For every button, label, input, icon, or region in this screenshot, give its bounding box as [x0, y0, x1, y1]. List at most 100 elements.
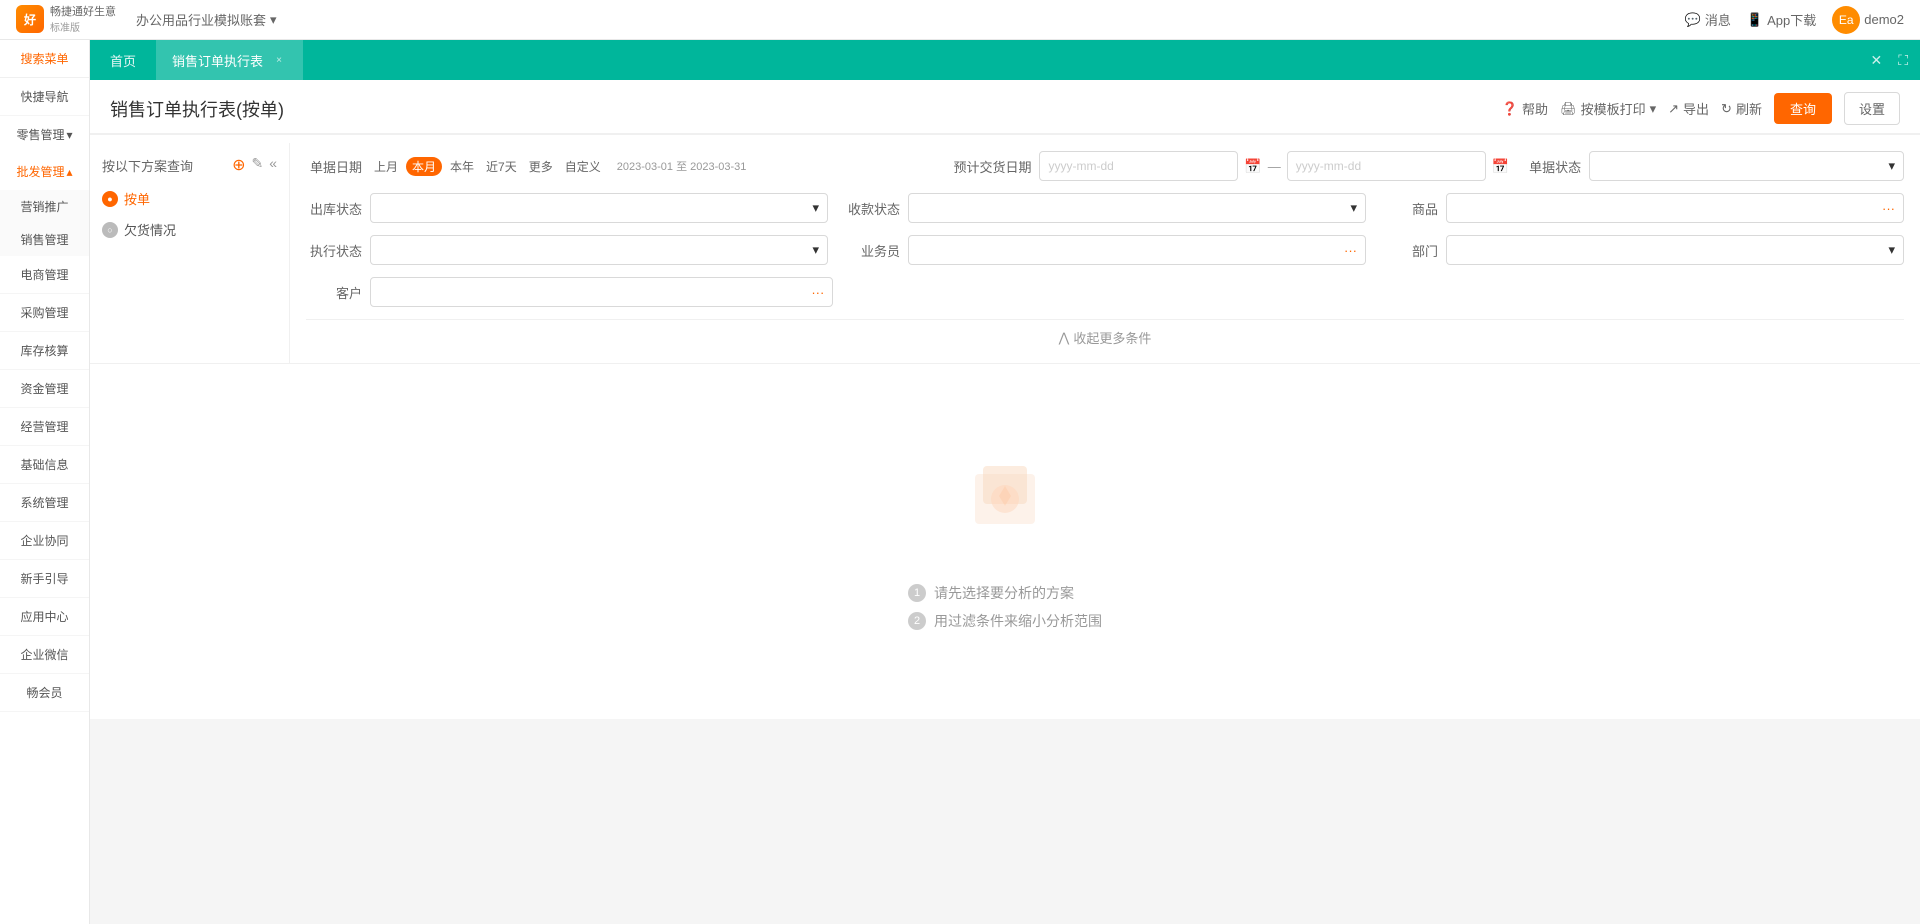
- date-end-placeholder: yyyy-mm-dd: [1296, 159, 1361, 173]
- outbound-select[interactable]: ▾: [370, 193, 828, 223]
- app-download-action[interactable]: 📱 App下载: [1747, 10, 1816, 29]
- execution-select[interactable]: ▾: [370, 235, 828, 265]
- filter-sidebar-title: 按以下方案查询: [102, 156, 193, 175]
- export-button[interactable]: ↗ 导出: [1668, 99, 1709, 118]
- sidebar-item-system[interactable]: 系统管理: [0, 484, 89, 522]
- customer-label: 客户: [306, 283, 362, 302]
- logo-sub: 标准版: [50, 19, 116, 34]
- tab-close-btn[interactable]: ×: [271, 52, 287, 68]
- filter-field-execution: 执行状态 ▾: [306, 235, 828, 265]
- collection-chevron-icon: ▾: [1350, 200, 1357, 216]
- date-separator: —: [1268, 159, 1281, 174]
- empty-icon: [955, 444, 1055, 563]
- execution-chevron-icon: ▾: [812, 242, 819, 258]
- tab-sales-order[interactable]: 销售订单执行表 ×: [156, 40, 303, 80]
- print-button[interactable]: 🖨 按模板打印 ▾: [1560, 99, 1656, 118]
- tab-sales-order-label: 销售订单执行表: [172, 51, 263, 70]
- date-btn-this-month[interactable]: 本月: [406, 157, 442, 176]
- sidebar-item-ecommerce[interactable]: 电商管理: [0, 256, 89, 294]
- filter-sidebar-header: 按以下方案查询 ⊕ ✎ «: [90, 151, 289, 183]
- date-btn-this-year[interactable]: 本年: [446, 156, 478, 177]
- refresh-button[interactable]: ↻ 刷新: [1721, 99, 1762, 118]
- settings-button[interactable]: 设置: [1844, 92, 1900, 125]
- export-label: 导出: [1683, 99, 1709, 118]
- sidebar-item-base[interactable]: 基础信息: [0, 446, 89, 484]
- salesperson-select[interactable]: ···: [908, 235, 1366, 265]
- calendar-start-icon[interactable]: 📅: [1244, 158, 1261, 175]
- expected-date-start[interactable]: yyyy-mm-dd: [1039, 151, 1238, 181]
- message-action[interactable]: 💬 消息: [1685, 10, 1731, 29]
- message-label: 消息: [1705, 10, 1731, 29]
- step-2-text: 用过滤条件来缩小分析范围: [934, 611, 1102, 631]
- tab-minimize-icon[interactable]: ✕: [1866, 48, 1886, 73]
- salesperson-label: 业务员: [844, 241, 900, 260]
- query-label: 查询: [1790, 99, 1816, 118]
- app-icon: 📱: [1747, 12, 1763, 28]
- sidebar-item-retail[interactable]: 零售管理 ▾: [0, 116, 89, 153]
- sidebar-item-wechat[interactable]: 企业微信: [0, 636, 89, 674]
- calendar-end-icon[interactable]: 📅: [1492, 158, 1509, 175]
- department-select[interactable]: ▾: [1446, 235, 1904, 265]
- filter-section: 按以下方案查询 ⊕ ✎ « ● 按单 ○: [90, 134, 1920, 363]
- tab-home[interactable]: 首页: [90, 40, 156, 80]
- page-title: 销售订单执行表(按单): [110, 96, 284, 122]
- query-button[interactable]: 查询: [1774, 93, 1832, 124]
- sidebar-item-marketing[interactable]: 营销推广: [0, 190, 89, 223]
- filter-field-customer: 客户 ···: [306, 277, 833, 307]
- expected-date-label: 预计交货日期: [953, 157, 1031, 176]
- filter-row-1: 单据日期 上月 本月 本年 近7天 更多 自定义 2023-03-01 至 20…: [306, 151, 1904, 181]
- sidebar-item-appstore[interactable]: 应用中心: [0, 598, 89, 636]
- collection-select[interactable]: ▾: [908, 193, 1366, 223]
- scheme-item-欠货[interactable]: ○ 欠货情况: [90, 214, 289, 245]
- tab-expand-icon[interactable]: ⛶: [1894, 48, 1912, 73]
- customer-select[interactable]: ···: [370, 277, 833, 307]
- date-btn-7days[interactable]: 近7天: [482, 156, 521, 177]
- page-header: 销售订单执行表(按单) ❓ 帮助 🖨 按模板打印 ▾ ↗: [90, 80, 1920, 133]
- page-actions: ❓ 帮助 🖨 按模板打印 ▾ ↗ 导出 ↻: [1502, 92, 1900, 125]
- date-btn-custom[interactable]: 自定义: [561, 156, 605, 177]
- customer-dots-icon: ···: [811, 285, 824, 300]
- tab-home-label: 首页: [110, 51, 136, 70]
- expected-date-end[interactable]: yyyy-mm-dd: [1287, 151, 1486, 181]
- sidebar-item-quick-nav[interactable]: 快捷导航: [0, 78, 89, 116]
- page-content: 销售订单执行表(按单) ❓ 帮助 🖨 按模板打印 ▾ ↗: [90, 80, 1920, 924]
- content-area: 首页 销售订单执行表 × ✕ ⛶ 销售订单执行表(按单) ❓: [90, 40, 1920, 924]
- refresh-icon: ↻: [1721, 101, 1732, 117]
- sidebar-item-inventory[interactable]: 库存核算: [0, 332, 89, 370]
- logo-area: 好 畅捷通好生意 标准版: [16, 5, 116, 34]
- sidebar-item-wholesale[interactable]: 批发管理 ▴: [0, 153, 89, 190]
- sidebar-item-sales-mgmt[interactable]: 销售管理: [0, 223, 89, 256]
- sidebar-item-newbie[interactable]: 新手引导: [0, 560, 89, 598]
- filter-field-department: 部门 ▾: [1382, 235, 1904, 265]
- date-btn-more[interactable]: 更多: [525, 156, 557, 177]
- goods-select[interactable]: ···: [1446, 193, 1904, 223]
- empty-step-2: 2 用过滤条件来缩小分析范围: [908, 611, 1102, 631]
- scheme-icon-按单: ●: [102, 191, 118, 207]
- date-btn-last-month[interactable]: 上月: [370, 156, 402, 177]
- sidebar-item-purchase[interactable]: 采购管理: [0, 294, 89, 332]
- filter-form: 单据日期 上月 本月 本年 近7天 更多 自定义 2023-03-01 至 20…: [290, 143, 1920, 363]
- user-area[interactable]: Ea demo2: [1832, 6, 1904, 34]
- chevron-down-icon: ▾: [66, 128, 72, 142]
- sidebar-item-member[interactable]: 畅会员: [0, 674, 89, 712]
- collapse-sidebar-icon[interactable]: «: [269, 155, 277, 175]
- filter-row-2: 出库状态 ▾ 收款状态 ▾: [306, 193, 1904, 223]
- goods-dots-icon: ···: [1882, 201, 1895, 216]
- salesperson-dots-icon: ···: [1344, 243, 1357, 258]
- sidebar-item-operation[interactable]: 经营管理: [0, 408, 89, 446]
- top-bar: 好 畅捷通好生意 标准版 办公用品行业模拟账套 ▾ 💬 消息 📱 App下载 E…: [0, 0, 1920, 40]
- sidebar-item-enterprise[interactable]: 企业协同: [0, 522, 89, 560]
- status-select[interactable]: ▾: [1589, 151, 1904, 181]
- help-button[interactable]: ❓ 帮助: [1502, 99, 1548, 118]
- collapse-button[interactable]: ⋀ 收起更多条件: [306, 319, 1904, 355]
- industry-select[interactable]: 办公用品行业模拟账套 ▾: [136, 10, 277, 29]
- sidebar-item-search[interactable]: 搜索菜单: [0, 40, 89, 78]
- print-chevron-icon: ▾: [1650, 101, 1657, 117]
- filter-sidebar: 按以下方案查询 ⊕ ✎ « ● 按单 ○: [90, 143, 290, 363]
- scheme-item-按单[interactable]: ● 按单: [90, 183, 289, 214]
- industry-label: 办公用品行业模拟账套: [136, 10, 266, 29]
- settings-label: 设置: [1859, 99, 1885, 118]
- add-scheme-icon[interactable]: ⊕: [232, 155, 245, 175]
- sidebar-item-finance[interactable]: 资金管理: [0, 370, 89, 408]
- edit-scheme-icon[interactable]: ✎: [251, 155, 263, 175]
